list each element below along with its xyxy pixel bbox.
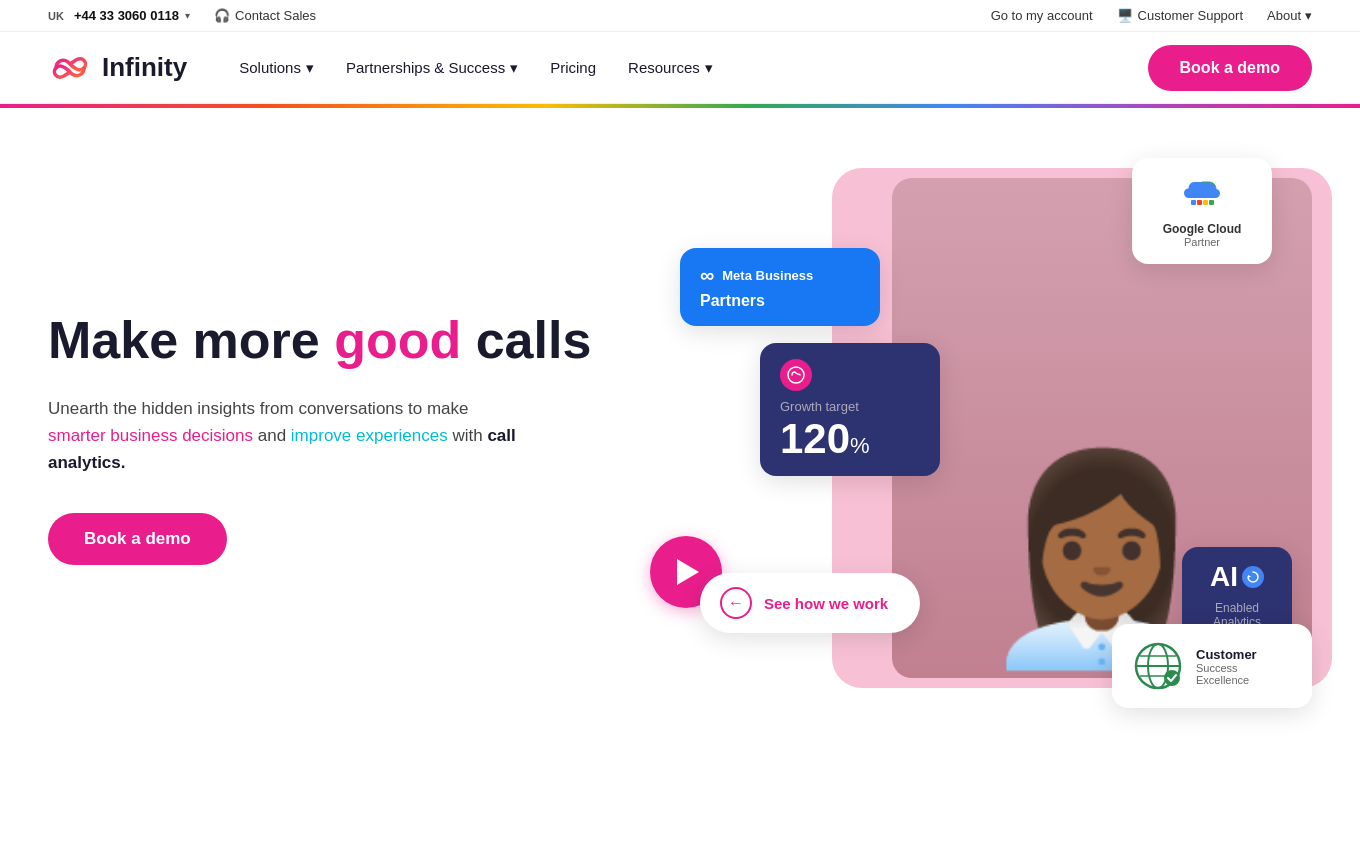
meta-partners-label: Partners bbox=[700, 291, 860, 310]
see-how-label: See how we work bbox=[764, 595, 888, 612]
svg-rect-2 bbox=[1203, 200, 1208, 205]
hero-section: Make more good calls Unearth the hidden … bbox=[0, 108, 1360, 768]
hero-title: Make more good calls bbox=[48, 311, 680, 371]
solutions-chevron-icon: ▾ bbox=[306, 59, 314, 77]
see-how-badge[interactable]: ← See how we work bbox=[700, 573, 920, 633]
hero-book-demo-button[interactable]: Book a demo bbox=[48, 513, 227, 565]
subtitle-link2: improve experiences bbox=[291, 426, 448, 445]
top-bar: UK +44 33 3060 0118 ▾ 🎧 Contact Sales Go… bbox=[0, 0, 1360, 32]
subtitle-plain3: with bbox=[448, 426, 488, 445]
ai-top: AI bbox=[1196, 561, 1278, 593]
support-icon: 🖥️ bbox=[1117, 8, 1133, 23]
top-bar-right: Go to my account 🖥️ Customer Support Abo… bbox=[991, 8, 1312, 23]
nav-left: Infinity Solutions ▾ Partnerships & Succ… bbox=[48, 46, 725, 90]
pricing-label: Pricing bbox=[550, 59, 596, 76]
ai-cycle-icon bbox=[1242, 566, 1264, 588]
play-icon bbox=[677, 559, 699, 585]
phone-number: +44 33 3060 0118 bbox=[74, 8, 179, 23]
subtitle-plain2: and bbox=[253, 426, 291, 445]
google-cloud-badge: Google Cloud Partner bbox=[1132, 158, 1272, 264]
customer-title: Customer bbox=[1196, 647, 1292, 662]
customer-support-link[interactable]: 🖥️ Customer Support bbox=[1117, 8, 1244, 23]
go-to-account-link[interactable]: Go to my account bbox=[991, 8, 1093, 23]
ai-enabled-label: Enabled bbox=[1196, 601, 1278, 615]
resources-chevron-icon: ▾ bbox=[705, 59, 713, 77]
growth-target-badge: Growth target 120% bbox=[760, 343, 940, 476]
hero-title-end: calls bbox=[461, 311, 591, 369]
logo-icon bbox=[48, 46, 92, 90]
hero-image-container: Google Cloud Partner ∞ Meta Business Par… bbox=[680, 148, 1312, 728]
phone-group[interactable]: UK +44 33 3060 0118 ▾ bbox=[48, 8, 190, 23]
partnerships-chevron-icon: ▾ bbox=[510, 59, 518, 77]
about-chevron-icon: ▾ bbox=[1305, 8, 1312, 23]
pricing-link[interactable]: Pricing bbox=[538, 51, 608, 84]
svg-rect-1 bbox=[1197, 200, 1202, 205]
contact-sales-link[interactable]: 🎧 Contact Sales bbox=[214, 8, 316, 23]
nav-book-demo-button[interactable]: Book a demo bbox=[1148, 45, 1312, 91]
svg-rect-0 bbox=[1191, 200, 1196, 205]
google-cloud-logo bbox=[1177, 174, 1227, 214]
hero-right: Google Cloud Partner ∞ Meta Business Par… bbox=[680, 148, 1312, 728]
svg-rect-3 bbox=[1209, 200, 1214, 205]
about-menu[interactable]: About ▾ bbox=[1267, 8, 1312, 23]
ai-text: AI bbox=[1210, 561, 1238, 593]
resources-label: Resources bbox=[628, 59, 700, 76]
svg-point-11 bbox=[1164, 670, 1180, 686]
partnerships-label: Partnerships & Success bbox=[346, 59, 505, 76]
solutions-label: Solutions bbox=[239, 59, 301, 76]
svg-point-4 bbox=[788, 367, 804, 383]
top-bar-left: UK +44 33 3060 0118 ▾ 🎧 Contact Sales bbox=[48, 8, 316, 23]
google-cloud-title: Google Cloud bbox=[1152, 222, 1252, 236]
growth-percent: % bbox=[850, 433, 870, 458]
customer-sub: Success Excellence bbox=[1196, 662, 1292, 686]
phone-chevron-icon: ▾ bbox=[185, 10, 190, 21]
hero-subtitle: Unearth the hidden insights from convers… bbox=[48, 395, 528, 477]
growth-label: Growth target bbox=[780, 399, 920, 414]
see-how-arrow-icon: ← bbox=[720, 587, 752, 619]
main-nav: Infinity Solutions ▾ Partnerships & Succ… bbox=[0, 32, 1360, 104]
hero-left: Make more good calls Unearth the hidden … bbox=[48, 311, 680, 564]
google-cloud-sub: Partner bbox=[1152, 236, 1252, 248]
nav-links: Solutions ▾ Partnerships & Success ▾ Pri… bbox=[227, 51, 725, 85]
svg-marker-5 bbox=[1248, 575, 1251, 578]
customer-success-badge: Customer Success Excellence bbox=[1112, 624, 1312, 708]
resources-menu[interactable]: Resources ▾ bbox=[616, 51, 725, 85]
logo-text: Infinity bbox=[102, 52, 187, 83]
growth-icon bbox=[780, 359, 812, 391]
customer-support-label: Customer Support bbox=[1138, 8, 1244, 23]
hero-title-highlight: good bbox=[334, 311, 461, 369]
headset-icon: 🎧 bbox=[214, 8, 230, 23]
logo[interactable]: Infinity bbox=[48, 46, 187, 90]
customer-text: Customer Success Excellence bbox=[1196, 647, 1292, 686]
growth-number-value: 120 bbox=[780, 415, 850, 462]
meta-badge: ∞ Meta Business Partners bbox=[680, 248, 880, 326]
about-label: About bbox=[1267, 8, 1301, 23]
solutions-menu[interactable]: Solutions ▾ bbox=[227, 51, 326, 85]
meta-business-label: Meta Business bbox=[722, 268, 813, 283]
meta-infinity-icon: ∞ bbox=[700, 264, 714, 287]
customer-globe-icon bbox=[1132, 640, 1184, 692]
growth-number: 120% bbox=[780, 418, 920, 460]
subtitle-link1: smarter business decisions bbox=[48, 426, 253, 445]
meta-header: ∞ Meta Business bbox=[700, 264, 860, 287]
partnerships-menu[interactable]: Partnerships & Success ▾ bbox=[334, 51, 530, 85]
hero-title-start: Make more bbox=[48, 311, 334, 369]
subtitle-plain1: Unearth the hidden insights from convers… bbox=[48, 399, 469, 418]
country-label: UK bbox=[48, 10, 64, 22]
contact-sales-label: Contact Sales bbox=[235, 8, 316, 23]
